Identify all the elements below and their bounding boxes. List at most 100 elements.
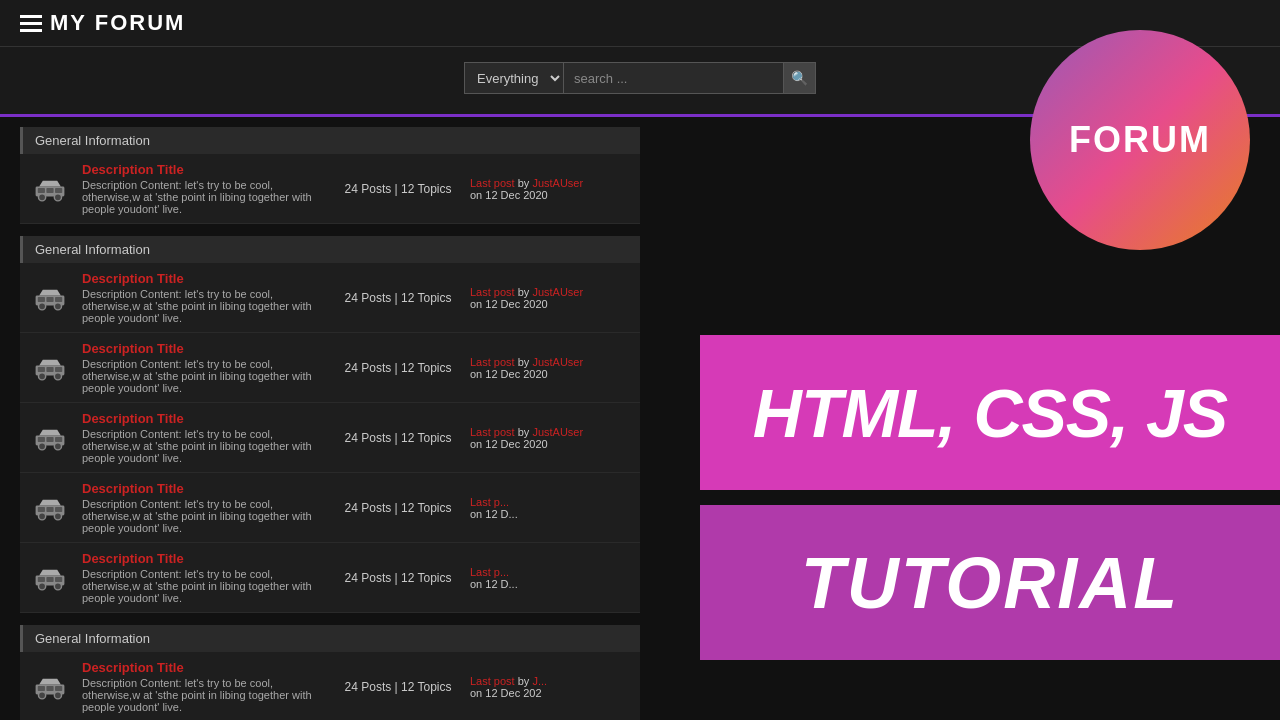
category-title-2: General Information	[35, 242, 150, 257]
svg-rect-9	[38, 296, 45, 301]
svg-point-26	[54, 512, 61, 519]
lastpost-date: on 12 Dec 2020	[470, 368, 630, 380]
svg-rect-39	[38, 685, 45, 690]
lastpost-date: on 12 Dec 2020	[470, 438, 630, 450]
forum-icon	[30, 422, 70, 454]
search-icon: 🔍	[791, 70, 808, 86]
lastpost-date: on 12 Dec 202	[470, 687, 630, 699]
site-header: MY FORUM	[0, 0, 1280, 47]
forum-title[interactable]: Description Title	[82, 341, 326, 356]
forum-desc: Description Content: let's try to be coo…	[82, 179, 326, 215]
category-section-3: General Information Description Title De…	[20, 625, 640, 720]
forum-icon	[30, 562, 70, 594]
forum-title[interactable]: Description Title	[82, 551, 326, 566]
logo-text: MY FORUM	[50, 10, 185, 36]
htmlcss-overlay: HTML, CSS, JS	[700, 335, 1280, 490]
forum-lastpost: Last post by JustAUser on 12 Dec 2020	[470, 426, 630, 450]
forum-stats: 24 Posts | 12 Topics	[338, 501, 458, 515]
svg-point-37	[38, 691, 45, 698]
svg-rect-11	[46, 296, 53, 301]
category-section: General Information Description Title De…	[20, 127, 640, 224]
forum-stats: 24 Posts | 12 Topics	[338, 680, 458, 694]
htmlcss-text: HTML, CSS, JS	[753, 374, 1227, 452]
svg-point-2	[54, 193, 61, 200]
site-logo[interactable]: MY FORUM	[20, 10, 185, 36]
category-title: General Information	[35, 133, 150, 148]
forum-icon	[30, 173, 70, 205]
forum-desc: Description Content: let's try to be coo…	[82, 358, 326, 394]
forum-row[interactable]: Description Title Description Content: l…	[20, 333, 640, 403]
svg-rect-28	[55, 506, 62, 511]
forum-stats: 24 Posts | 12 Topics	[338, 571, 458, 585]
svg-point-25	[38, 512, 45, 519]
forum-desc: Description Content: let's try to be coo…	[82, 428, 326, 464]
svg-rect-34	[55, 576, 62, 581]
hamburger-icon[interactable]	[20, 15, 42, 32]
svg-point-31	[38, 582, 45, 589]
svg-rect-23	[46, 436, 53, 441]
svg-rect-3	[38, 187, 45, 192]
forum-row[interactable]: Description Title Description Content: l…	[20, 543, 640, 613]
svg-point-20	[54, 442, 61, 449]
svg-point-1	[38, 193, 45, 200]
svg-rect-41	[46, 685, 53, 690]
category-header-3: General Information	[20, 625, 640, 652]
category-title-3: General Information	[35, 631, 150, 646]
tutorial-text: TUTORIAL	[801, 542, 1180, 624]
forum-row[interactable]: Description Title Description Content: l…	[20, 154, 640, 224]
svg-point-38	[54, 691, 61, 698]
forum-info: Description Title Description Content: l…	[82, 481, 326, 534]
forum-icon	[30, 671, 70, 703]
lastpost-date: on 12 D...	[470, 508, 630, 520]
forum-row[interactable]: Description Title Description Content: l…	[20, 263, 640, 333]
lastpost-date: on 12 Dec 2020	[470, 189, 630, 201]
tutorial-overlay: TUTORIAL	[700, 505, 1280, 660]
forum-lastpost: Last post by JustAUser on 12 Dec 2020	[470, 356, 630, 380]
forum-desc: Description Content: let's try to be coo…	[82, 568, 326, 604]
forum-stats: 24 Posts | 12 Topics	[338, 182, 458, 196]
forum-desc: Description Content: let's try to be coo…	[82, 677, 326, 713]
svg-rect-5	[46, 187, 53, 192]
main-content: General Information Description Title De…	[0, 117, 660, 720]
forum-icon	[30, 282, 70, 314]
svg-point-19	[38, 442, 45, 449]
search-category-select[interactable]: EverythingTopicsPostsUsers	[464, 62, 564, 94]
svg-rect-15	[38, 366, 45, 371]
forum-stats: 24 Posts | 12 Topics	[338, 291, 458, 305]
forum-lastpost: Last p... on 12 D...	[470, 496, 630, 520]
forum-info: Description Title Description Content: l…	[82, 341, 326, 394]
lastpost-by[interactable]: JustAUser	[532, 177, 583, 189]
forum-stats: 24 Posts | 12 Topics	[338, 361, 458, 375]
forum-icon	[30, 352, 70, 384]
forum-circle-text: FORUM	[1069, 119, 1211, 161]
forum-lastpost: Last post by J... on 12 Dec 202	[470, 675, 630, 699]
forum-title[interactable]: Description Title	[82, 411, 326, 426]
svg-point-8	[54, 302, 61, 309]
search-input[interactable]	[564, 62, 784, 94]
forum-title[interactable]: Description Title	[82, 481, 326, 496]
svg-rect-33	[38, 576, 45, 581]
forum-lastpost: Last p... on 12 D...	[470, 566, 630, 590]
forum-title[interactable]: Description Title	[82, 660, 326, 675]
category-header: General Information	[20, 127, 640, 154]
forum-info: Description Title Description Content: l…	[82, 271, 326, 324]
svg-rect-40	[55, 685, 62, 690]
svg-rect-35	[46, 576, 53, 581]
forum-lastpost: Last post by JustAUser on 12 Dec 2020	[470, 286, 630, 310]
svg-rect-22	[55, 436, 62, 441]
svg-point-14	[54, 372, 61, 379]
category-header-2: General Information	[20, 236, 640, 263]
svg-rect-4	[55, 187, 62, 192]
forum-row[interactable]: Description Title Description Content: l…	[20, 473, 640, 543]
forum-info: Description Title Description Content: l…	[82, 411, 326, 464]
forum-lastpost: Last post by JustAUser on 12 Dec 2020	[470, 177, 630, 201]
svg-point-32	[54, 582, 61, 589]
forum-row[interactable]: Description Title Description Content: l…	[20, 403, 640, 473]
forum-title[interactable]: Description Title	[82, 271, 326, 286]
svg-rect-17	[46, 366, 53, 371]
search-button[interactable]: 🔍	[784, 62, 816, 94]
forum-title[interactable]: Description Title	[82, 162, 326, 177]
forum-row[interactable]: Description Title Description Content: l…	[20, 652, 640, 720]
svg-rect-10	[55, 296, 62, 301]
forum-info: Description Title Description Content: l…	[82, 162, 326, 215]
